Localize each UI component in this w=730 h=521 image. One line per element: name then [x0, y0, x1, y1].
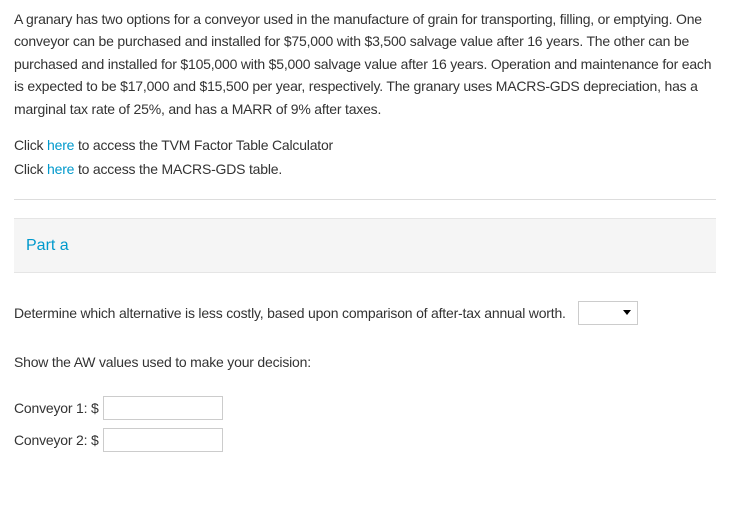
conveyor2-label: Conveyor 2: $ — [14, 429, 99, 451]
macrs-link[interactable]: here — [47, 161, 74, 177]
part-a-body: Determine which alternative is less cost… — [14, 273, 716, 451]
problem-statement: A granary has two options for a conveyor… — [14, 8, 716, 120]
question-text: Determine which alternative is less cost… — [14, 302, 566, 324]
tvm-link-line: Click here to access the TVM Factor Tabl… — [14, 134, 716, 156]
conveyor1-label: Conveyor 1: $ — [14, 397, 99, 419]
part-a-header: Part a — [14, 218, 716, 274]
macrs-suffix: to access the MACRS-GDS table. — [74, 161, 282, 177]
tvm-prefix: Click — [14, 137, 47, 153]
aw-instruction: Show the AW values used to make your dec… — [14, 351, 716, 373]
macrs-link-line: Click here to access the MACRS-GDS table… — [14, 158, 716, 180]
tvm-link[interactable]: here — [47, 137, 74, 153]
conveyor1-input[interactable] — [103, 396, 223, 420]
alternative-dropdown[interactable] — [578, 301, 638, 325]
macrs-prefix: Click — [14, 161, 47, 177]
divider-top — [14, 199, 716, 200]
tvm-suffix: to access the TVM Factor Table Calculato… — [74, 137, 333, 153]
conveyor2-input[interactable] — [103, 428, 223, 452]
conveyor1-row: Conveyor 1: $ — [14, 396, 716, 420]
question-row: Determine which alternative is less cost… — [14, 301, 716, 325]
conveyor2-row: Conveyor 2: $ — [14, 428, 716, 452]
